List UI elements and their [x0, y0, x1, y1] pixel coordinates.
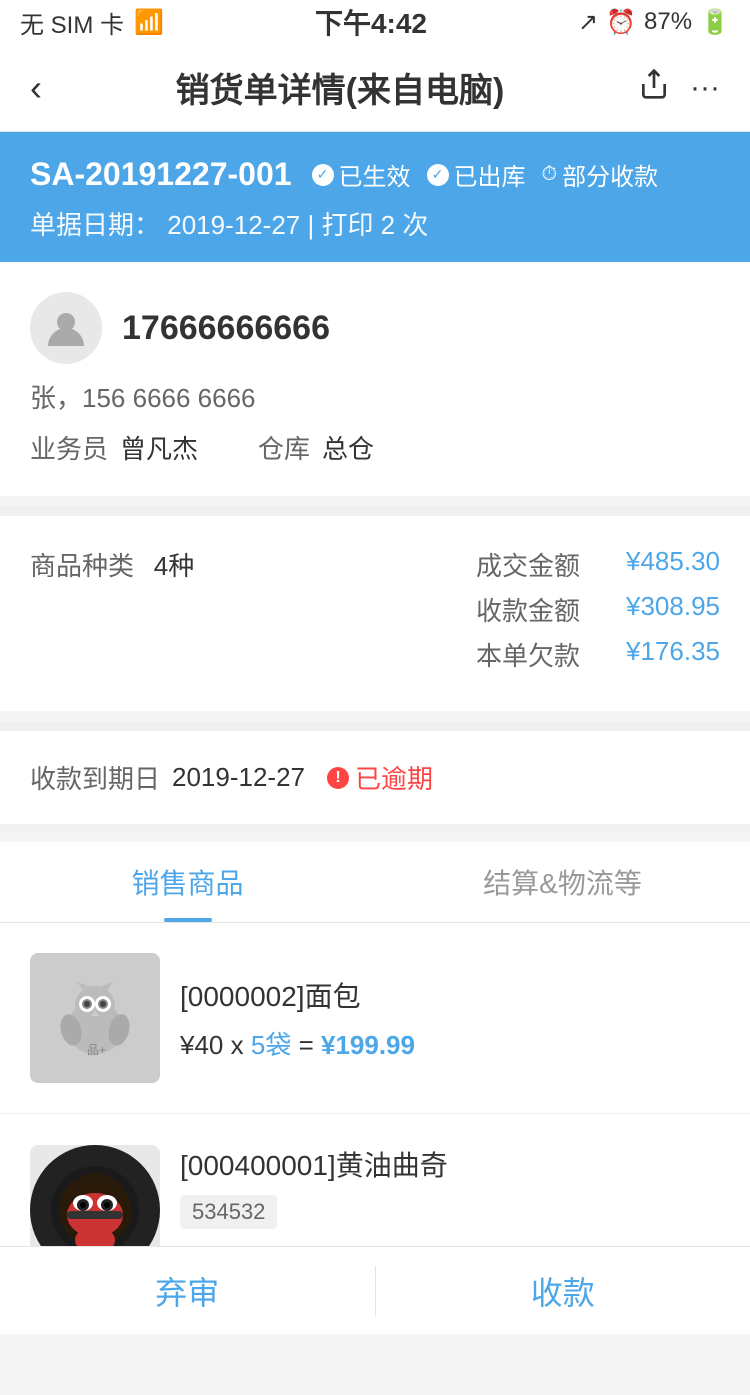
- product-item-bread: 品+ [0000002]面包 ¥40 x 5袋 = ¥199.99: [0, 923, 750, 1114]
- separator-1: [0, 506, 750, 516]
- status-bar-right: ↗ ⏰ 87% 🔋: [578, 8, 730, 37]
- product-name-bread: [0000002]面包: [180, 975, 720, 1015]
- debt-label: 本单欠款: [476, 636, 580, 673]
- location-icon: ↗: [578, 8, 598, 37]
- clock-icon: ⏱: [542, 163, 558, 186]
- product-thumb-bread: 品+: [30, 953, 160, 1083]
- stats-row: 商品种类 4种 成交金额 ¥485.30 收款金额 ¥308.95 本单欠款 ¥…: [30, 546, 720, 681]
- overdue-dot-icon: !: [327, 767, 349, 789]
- wifi-icon: 📶: [134, 8, 164, 37]
- deal-amount-label: 成交金额: [476, 546, 580, 583]
- nav-bar: ‹ 销货单详情(来自电脑) ···: [0, 44, 750, 132]
- status-badges: ✓ 已生效 ✓ 已出库 ⏱ 部分收款: [312, 157, 659, 192]
- salesman-item: 业务员 曾凡杰: [30, 429, 198, 466]
- product-equals-bread: =: [299, 1030, 321, 1060]
- product-multiply-bread: x: [231, 1030, 251, 1060]
- due-label: 收款到期日: [30, 759, 160, 796]
- avatar: [30, 292, 102, 364]
- check-icon-2: ✓: [427, 164, 449, 186]
- status-active: ✓ 已生效: [312, 157, 411, 192]
- category-value: 4种: [154, 551, 194, 581]
- warehouse-label: 仓库: [258, 429, 310, 466]
- overdue-text: 已逾期: [355, 759, 433, 796]
- share-button[interactable]: [638, 68, 670, 108]
- alarm-icon: ⏰: [606, 8, 636, 37]
- order-header-top: SA-20191227-001 ✓ 已生效 ✓ 已出库 ⏱ 部分收款: [30, 156, 720, 193]
- category-label: 商品种类: [30, 551, 134, 581]
- status-bar-left: 无 SIM 卡 📶: [20, 5, 164, 40]
- due-date: 2019-12-27: [172, 762, 305, 793]
- order-header: SA-20191227-001 ✓ 已生效 ✓ 已出库 ⏱ 部分收款 单据日期：…: [0, 132, 750, 262]
- tab-settlement[interactable]: 结算&物流等: [375, 842, 750, 922]
- order-date: 单据日期： 2019-12-27 | 打印 2 次: [30, 205, 720, 242]
- stats-section: 商品种类 4种 成交金额 ¥485.30 收款金额 ¥308.95 本单欠款 ¥…: [0, 516, 750, 711]
- customer-row: 17666666666: [30, 292, 720, 364]
- debt-value: ¥176.35: [600, 636, 720, 673]
- cancel-button[interactable]: 弃审: [0, 1247, 375, 1334]
- customer-name: 17666666666: [122, 309, 330, 348]
- salesman-label: 业务员: [30, 429, 108, 466]
- product-name-cookie: [000400001]黄油曲奇: [180, 1144, 720, 1184]
- stats-right: 成交金额 ¥485.30 收款金额 ¥308.95 本单欠款 ¥176.35: [476, 546, 720, 681]
- tabs: 销售商品 结算&物流等: [0, 842, 750, 923]
- collected-row: 收款金额 ¥308.95: [476, 591, 720, 628]
- customer-meta: 业务员 曾凡杰 仓库 总仓: [30, 429, 720, 466]
- product-info-bread: [0000002]面包 ¥40 x 5袋 = ¥199.99: [180, 975, 720, 1062]
- check-icon-1: ✓: [312, 164, 334, 186]
- bottom-actions: 弃审 收款: [0, 1246, 750, 1334]
- collected-label: 收款金额: [476, 591, 580, 628]
- separator-2: [0, 721, 750, 731]
- customer-sub: 张，156 6666 6666: [30, 378, 720, 415]
- confirm-button[interactable]: 收款: [376, 1247, 750, 1334]
- tab-sales-products[interactable]: 销售商品: [0, 842, 375, 922]
- time-label: 下午4:42: [315, 2, 427, 42]
- product-tag-cookie: 534532: [180, 1195, 277, 1229]
- warehouse-item: 仓库 总仓: [258, 429, 374, 466]
- due-section: 收款到期日 2019-12-27 ! 已逾期: [0, 731, 750, 832]
- page-title: 销货单详情(来自电脑): [176, 63, 505, 112]
- collected-value: ¥308.95: [600, 591, 720, 628]
- carrier-label: 无 SIM 卡: [20, 5, 124, 40]
- battery-icon: 🔋: [700, 8, 730, 37]
- customer-section: 17666666666 张，156 6666 6666 业务员 曾凡杰 仓库 总…: [0, 262, 750, 496]
- product-base-price-bread: ¥40: [180, 1030, 223, 1060]
- nav-actions: ···: [638, 68, 720, 108]
- debt-row: 本单欠款 ¥176.35: [476, 636, 720, 673]
- product-qty-bread: 5袋: [251, 1030, 291, 1060]
- product-price-bread: ¥40 x 5袋 = ¥199.99: [180, 1025, 720, 1062]
- svg-text:品+: 品+: [87, 1043, 106, 1057]
- status-bar: 无 SIM 卡 📶 下午4:42 ↗ ⏰ 87% 🔋: [0, 0, 750, 44]
- back-button[interactable]: ‹: [30, 67, 42, 109]
- product-total-bread: ¥199.99: [321, 1030, 415, 1060]
- deal-amount-value: ¥485.30: [600, 546, 720, 583]
- status-partial: ⏱ 部分收款: [542, 157, 659, 192]
- warehouse-value: 总仓: [322, 429, 374, 466]
- overdue-badge: ! 已逾期: [327, 759, 433, 796]
- stats-left: 商品种类 4种: [30, 546, 194, 583]
- deal-amount-row: 成交金额 ¥485.30: [476, 546, 720, 583]
- salesman-value: 曾凡杰: [120, 429, 198, 466]
- order-id: SA-20191227-001: [30, 156, 292, 193]
- status-shipped: ✓ 已出库: [427, 157, 526, 192]
- more-button[interactable]: ···: [690, 71, 720, 105]
- battery-label: 87%: [644, 8, 692, 36]
- owl-icon: 品+: [30, 953, 160, 1083]
